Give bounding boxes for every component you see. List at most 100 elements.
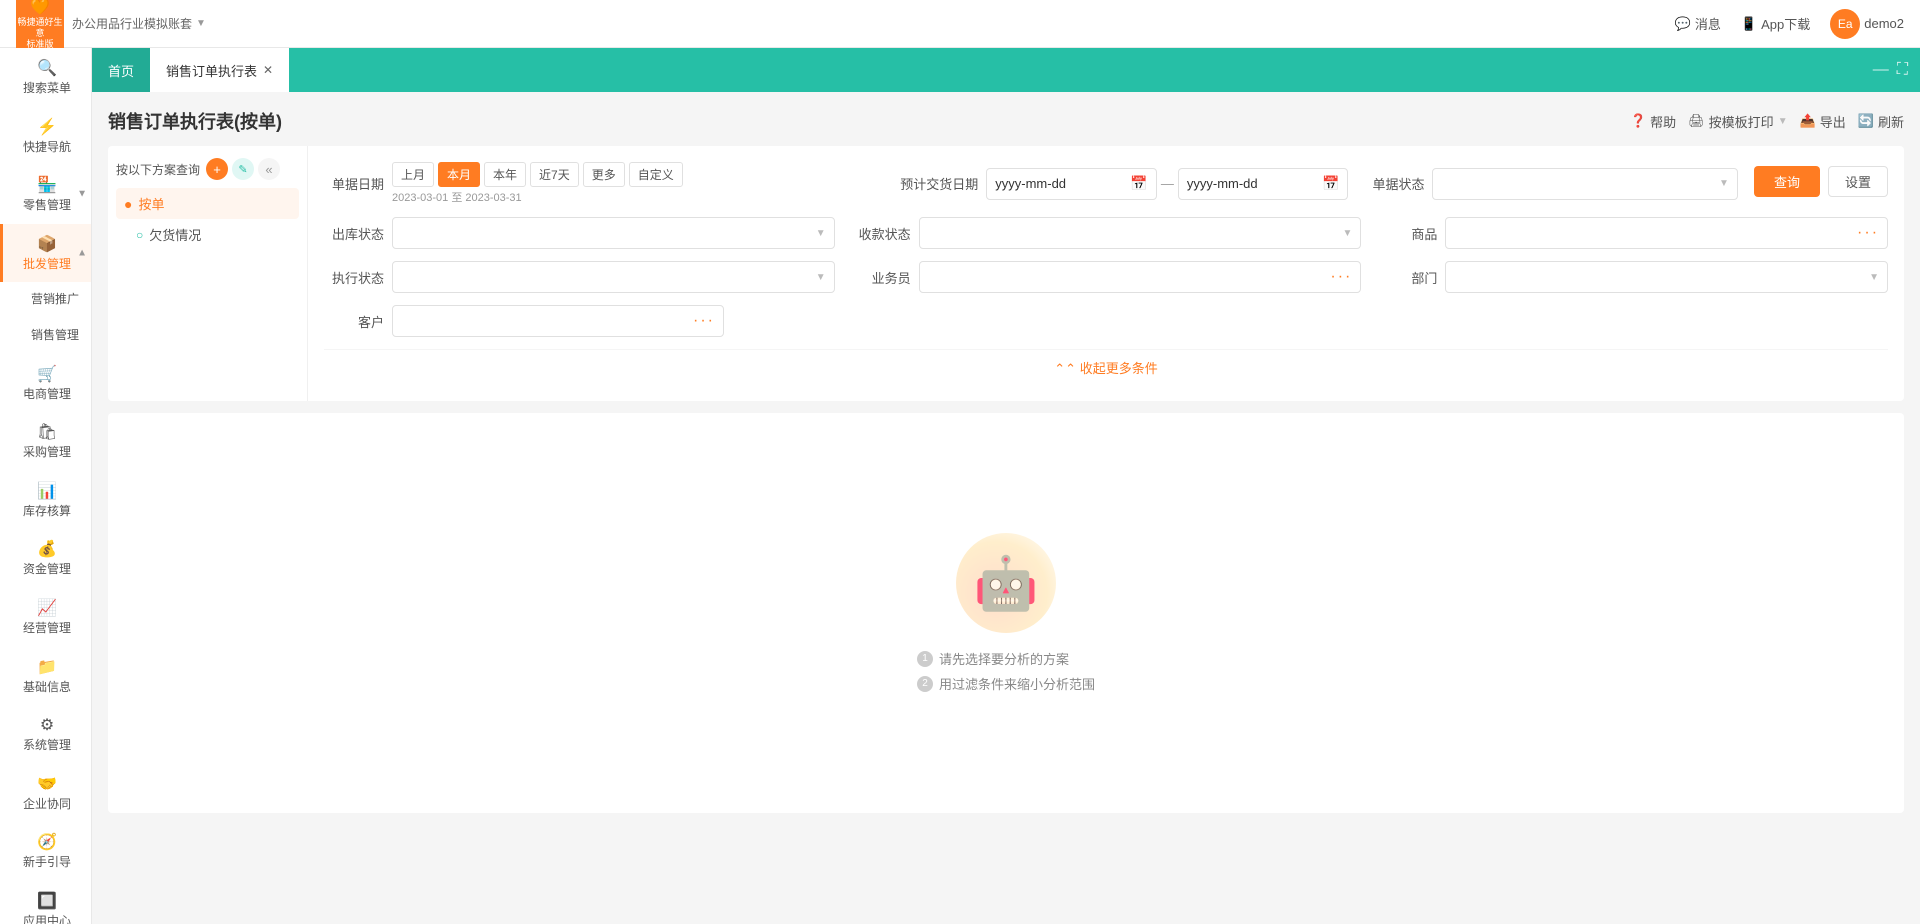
collapse-more-btn[interactable]: ⌃⌃ 收起更多条件 <box>324 349 1888 385</box>
message-action[interactable]: 💬 消息 <box>1675 14 1721 33</box>
page-header: 销售订单执行表(按单) ❓ 帮助 🖨 按模板打印 ▼ 📤 导出 <box>108 108 1904 134</box>
filter-field-expected-date: 预计交货日期 yyyy-mm-dd 📅 — yyyy-mm-dd <box>900 168 1348 200</box>
expected-date-from[interactable]: yyyy-mm-dd 📅 <box>986 168 1157 200</box>
app-download-action[interactable]: 📱 App下载 <box>1741 14 1810 33</box>
sidebar: 🔍 搜索菜单 ⚡ 快捷导航 🏪 零售管理 ▼ 📦 批发管理 ▲ 营销推广 销售管… <box>0 48 92 924</box>
scheme-item-shortage[interactable]: ○ 欠货情况 <box>116 219 299 250</box>
edit-scheme-btn[interactable]: ✎ <box>232 158 254 180</box>
empty-illustration: 🤖 <box>956 533 1056 633</box>
filter-row-3: 执行状态 ▼ 业务员 ··· <box>324 261 1888 293</box>
wholesale-icon: 📦 <box>37 234 57 254</box>
top-header: 🧡 畅捷通好生意 标准版 办公用品行业模拟账套 ▼ 💬 消息 📱 App下载 E… <box>0 0 1920 48</box>
print-dropdown-arrow: ▼ <box>1778 116 1788 127</box>
results-area: 🤖 1 请先选择要分析的方案 2 用过滤条件来缩小分析范围 <box>108 413 1904 813</box>
date-range-display: 2023-03-01 至 2023-03-31 <box>392 189 884 205</box>
filter-field-date: 单据日期 上月 本月 本年 近7天 更多 自定义 <box>324 162 884 205</box>
delivery-status-arrow: ▼ <box>816 228 826 239</box>
delivery-status-select[interactable]: ▼ <box>392 217 835 249</box>
add-scheme-btn[interactable]: + <box>206 158 228 180</box>
goods-dots-icon: ··· <box>1857 224 1879 242</box>
user-profile[interactable]: Ea demo2 <box>1830 9 1904 39</box>
sidebar-item-operations[interactable]: 📈 经营管理 <box>0 588 91 647</box>
purchase-icon: 🛍 <box>37 422 57 442</box>
filter-right: 单据日期 上月 本月 本年 近7天 更多 自定义 <box>308 146 1904 401</box>
period-custom[interactable]: 自定义 <box>629 162 683 187</box>
sidebar-item-quick-nav[interactable]: ⚡ 快捷导航 <box>0 107 91 166</box>
sidebar-item-purchase[interactable]: 🛍 采购管理 <box>0 412 91 471</box>
sidebar-item-system[interactable]: ⚙ 系统管理 <box>0 705 91 764</box>
company-title[interactable]: 办公用品行业模拟账套 ▼ <box>72 15 206 32</box>
tab-bar-actions: — ⛶ <box>1873 61 1920 79</box>
company-dropdown-arrow[interactable]: ▼ <box>196 18 206 29</box>
filter-field-delivery-status: 出库状态 ▼ <box>324 217 835 249</box>
filter-field-customer: 客户 ··· <box>324 305 724 337</box>
refresh-icon: 🔄 <box>1858 113 1874 129</box>
sidebar-item-enterprise-collab[interactable]: 🤝 企业协同 <box>0 764 91 823</box>
tab-sales-order[interactable]: 销售订单执行表 ✕ <box>150 48 289 92</box>
sidebar-item-search[interactable]: 🔍 搜索菜单 <box>0 48 91 107</box>
dept-select[interactable]: ▼ <box>1445 261 1888 293</box>
download-icon: 📱 <box>1741 16 1757 32</box>
ecommerce-icon: 🛒 <box>37 364 57 384</box>
message-icon: 💬 <box>1675 16 1691 32</box>
scheme-sub-icon: ○ <box>136 228 143 242</box>
period-7days[interactable]: 近7天 <box>530 162 579 187</box>
scheme-item-by-order[interactable]: ● 按单 <box>116 188 299 219</box>
tab-expand-btn[interactable]: ⛶ <box>1897 61 1908 79</box>
expected-date-to[interactable]: yyyy-mm-dd 📅 <box>1178 168 1349 200</box>
collapse-scheme-btn[interactable]: « <box>258 158 280 180</box>
filter-row-2: 出库状态 ▼ 收款状态 ▼ <box>324 217 1888 249</box>
salesperson-select[interactable]: ··· <box>919 261 1362 293</box>
refresh-btn[interactable]: 🔄 刷新 <box>1858 112 1904 131</box>
page-content: 销售订单执行表(按单) ❓ 帮助 🖨 按模板打印 ▼ 📤 导出 <box>92 92 1920 924</box>
customer-select[interactable]: ··· <box>392 305 724 337</box>
quick-nav-icon: ⚡ <box>37 117 57 137</box>
collapse-arrow-icon: ⌃⌃ <box>1054 361 1079 376</box>
page-actions: ❓ 帮助 🖨 按模板打印 ▼ 📤 导出 🔄 刷新 <box>1630 112 1904 131</box>
payment-status-select[interactable]: ▼ <box>919 217 1362 249</box>
tab-close-icon[interactable]: ✕ <box>263 63 273 77</box>
tab-minimize-btn[interactable]: — <box>1873 61 1889 79</box>
print-icon: 🖨 <box>1688 113 1705 129</box>
expected-date-range: yyyy-mm-dd 📅 — yyyy-mm-dd 📅 <box>986 168 1348 200</box>
tab-bar: 首页 销售订单执行表 ✕ — ⛶ <box>92 48 1920 92</box>
filter-left-actions: + ✎ « <box>206 158 280 180</box>
settings-btn[interactable]: 设置 <box>1828 166 1888 197</box>
empty-tip-2: 2 用过滤条件来缩小分析范围 <box>917 674 1095 693</box>
sidebar-item-wholesale[interactable]: 📦 批发管理 ▲ <box>0 224 91 283</box>
filter-panel: 按以下方案查询 + ✎ « ● 按单 ○ <box>108 146 1904 401</box>
period-more[interactable]: 更多 <box>583 162 625 187</box>
sidebar-item-retail[interactable]: 🏪 零售管理 ▼ <box>0 165 91 224</box>
template-print-btn[interactable]: 🖨 按模板打印 ▼ <box>1688 112 1787 131</box>
filter-row-1: 单据日期 上月 本月 本年 近7天 更多 自定义 <box>324 162 1888 205</box>
search-icon: 🔍 <box>37 58 57 78</box>
filter-scheme-title: 按以下方案查询 + ✎ « <box>116 158 299 180</box>
app-center-icon: 🔲 <box>37 891 57 911</box>
doc-status-select[interactable]: ▼ <box>1432 168 1738 200</box>
sidebar-item-newbie[interactable]: 🧭 新手引导 <box>0 822 91 881</box>
period-last-month[interactable]: 上月 <box>392 162 434 187</box>
sidebar-item-inventory[interactable]: 📊 库存核算 <box>0 471 91 530</box>
filter-field-doc-status: 单据状态 ▼ <box>1364 168 1738 200</box>
main-layout: 🔍 搜索菜单 ⚡ 快捷导航 🏪 零售管理 ▼ 📦 批发管理 ▲ 营销推广 销售管… <box>0 48 1920 924</box>
export-btn[interactable]: 📤 导出 <box>1800 112 1846 131</box>
retail-icon: 🏪 <box>37 175 57 195</box>
query-btn[interactable]: 查询 <box>1754 166 1820 197</box>
filter-left: 按以下方案查询 + ✎ « ● 按单 ○ <box>108 146 308 401</box>
help-btn[interactable]: ❓ 帮助 <box>1630 112 1676 131</box>
sidebar-item-marketing[interactable]: 营销推广 <box>0 282 91 318</box>
sidebar-item-sales-mgmt[interactable]: 销售管理 <box>0 318 91 354</box>
sidebar-item-ecommerce[interactable]: 🛒 电商管理 <box>0 354 91 413</box>
tab-home[interactable]: 首页 <box>92 48 150 92</box>
doc-status-label: 单据状态 <box>1364 174 1424 193</box>
period-this-year[interactable]: 本年 <box>484 162 526 187</box>
period-this-month[interactable]: 本月 <box>438 162 480 187</box>
payment-status-label: 收款状态 <box>851 224 911 243</box>
action-row: 查询 设置 <box>1754 166 1888 201</box>
sidebar-item-basic-info[interactable]: 📁 基础信息 <box>0 647 91 706</box>
sidebar-item-app-center[interactable]: 🔲 应用中心 <box>0 881 91 924</box>
sidebar-item-finance[interactable]: 💰 资金管理 <box>0 529 91 588</box>
top-header-left: 🧡 畅捷通好生意 标准版 办公用品行业模拟账套 ▼ <box>16 0 206 48</box>
exec-status-select[interactable]: ▼ <box>392 261 835 293</box>
goods-select[interactable]: ··· <box>1445 217 1888 249</box>
